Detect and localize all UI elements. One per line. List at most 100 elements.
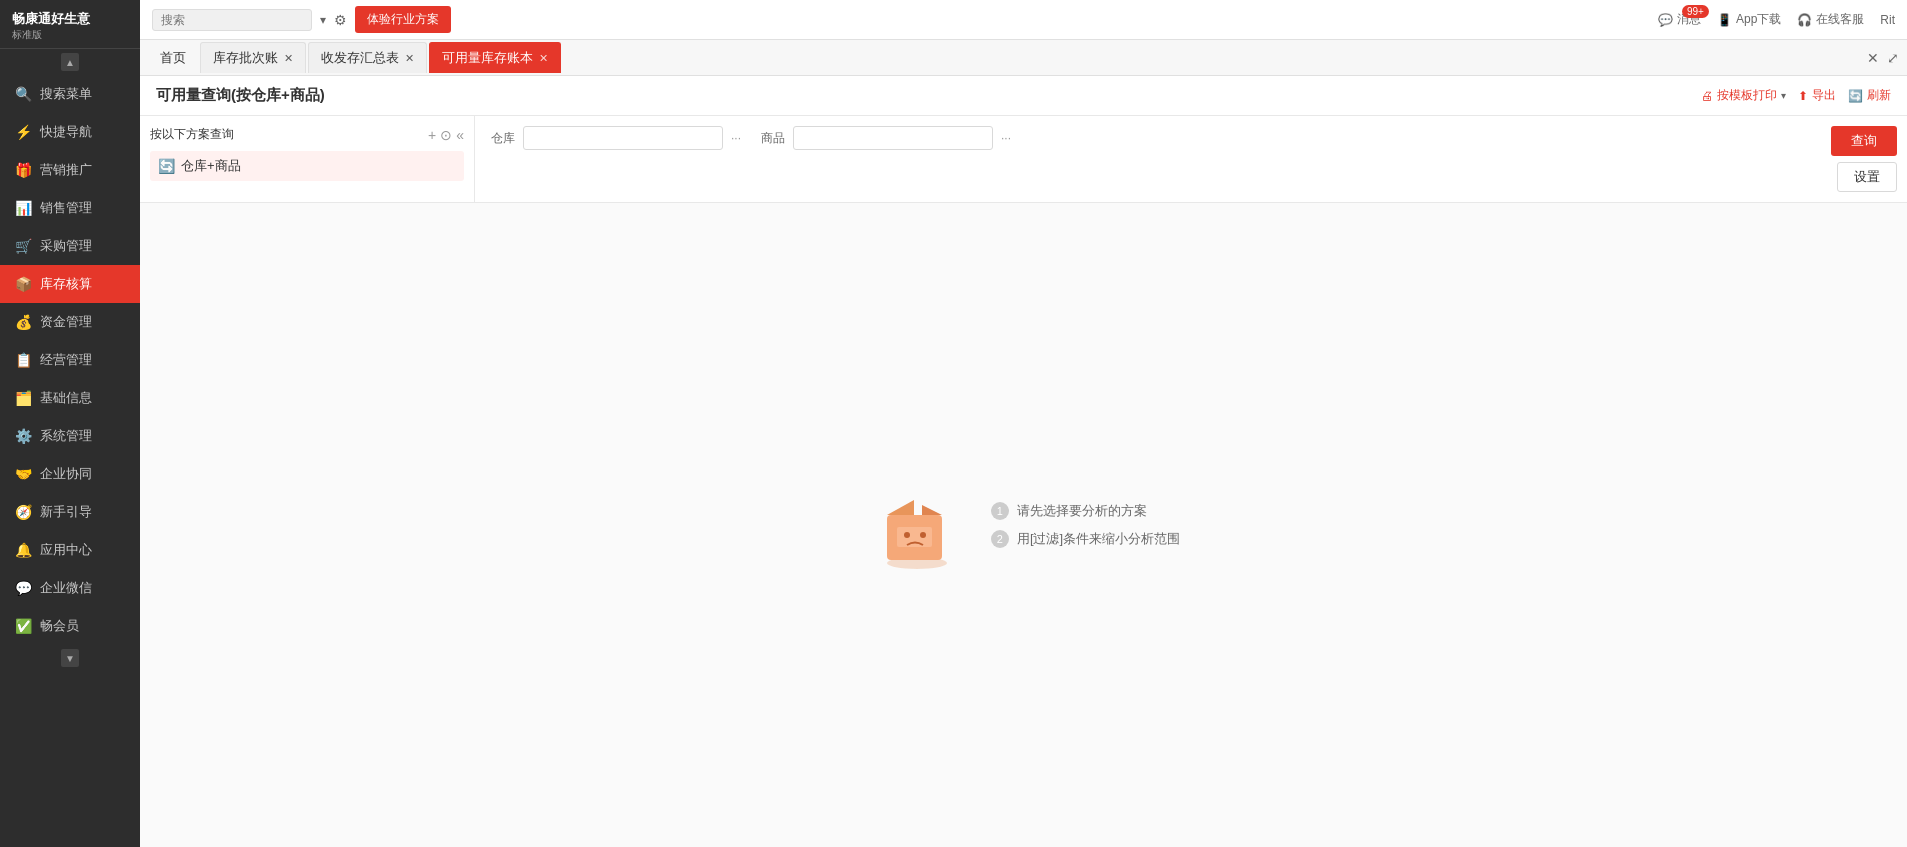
collapse-scheme-button[interactable]: «: [456, 127, 464, 143]
sidebar-item-purchase[interactable]: 🛒 采购管理: [0, 227, 140, 265]
sidebar-item-label: 企业协同: [40, 465, 92, 483]
sidebar-item-finance[interactable]: 💰 资金管理: [0, 303, 140, 341]
hint2-text: 用[过滤]条件来缩小分析范围: [1017, 530, 1180, 548]
topbar: ▾ ⚙ 体验行业方案 💬 消息 99+ 📱 App下载 🎧 在线客服 Rit: [140, 0, 1907, 40]
scheme-header-label: 按以下方案查询: [150, 126, 234, 143]
scheme-panel: 按以下方案查询 + ⊙ « 🔄 仓库+商品: [140, 116, 475, 202]
search-input[interactable]: [152, 9, 312, 31]
search-menu-icon: 🔍: [14, 85, 32, 103]
tab-receipt-summary-close[interactable]: ✕: [405, 52, 414, 65]
tab-batch-ledger[interactable]: 库存批次账 ✕: [200, 42, 306, 73]
svg-rect-4: [897, 527, 932, 547]
filter-panel: 按以下方案查询 + ⊙ « 🔄 仓库+商品 仓库 ···: [140, 116, 1907, 203]
sidebar-scroll-down[interactable]: ▼: [61, 649, 79, 667]
scheme-item-warehouse-product[interactable]: 🔄 仓库+商品: [150, 151, 464, 181]
warehouse-label: 仓库: [491, 130, 515, 147]
tab-batch-ledger-label: 库存批次账: [213, 49, 278, 67]
sidebar-item-sales[interactable]: 📊 销售管理: [0, 189, 140, 227]
product-label: 商品: [761, 130, 785, 147]
tab-home-label: 首页: [160, 49, 186, 67]
sidebar-item-enterprise[interactable]: 🤝 企业协同: [0, 455, 140, 493]
tab-receipt-summary-label: 收发存汇总表: [321, 49, 399, 67]
scheme-item-icon: 🔄: [158, 158, 175, 174]
main-content: ▾ ⚙ 体验行业方案 💬 消息 99+ 📱 App下载 🎧 在线客服 Rit 首…: [140, 0, 1907, 847]
message-button[interactable]: 💬 消息 99+: [1658, 11, 1701, 28]
basic-icon: 🗂️: [14, 389, 32, 407]
tab-batch-ledger-close[interactable]: ✕: [284, 52, 293, 65]
app-download-button[interactable]: 📱 App下载: [1717, 11, 1781, 28]
svg-marker-2: [887, 500, 914, 515]
product-input[interactable]: [793, 126, 993, 150]
app-title: 畅康通好生意: [12, 10, 128, 28]
page-header-actions: 🖨 按模板打印 ▾ ⬆ 导出 🔄 刷新: [1701, 87, 1891, 104]
empty-state: 1 请先选择要分析的方案 2 用[过滤]条件来缩小分析范围: [140, 203, 1907, 847]
wechat-icon: 💬: [14, 579, 32, 597]
sidebar-item-search[interactable]: 🔍 搜索菜单: [0, 75, 140, 113]
sidebar-item-newbie[interactable]: 🧭 新手引导: [0, 493, 140, 531]
tabs-bar: 首页 库存批次账 ✕ 收发存汇总表 ✕ 可用量库存账本 ✕ ✕ ⤢: [140, 40, 1907, 76]
industry-solution-button[interactable]: 体验行业方案: [355, 6, 451, 33]
sidebar-item-apps[interactable]: 🔔 应用中心: [0, 531, 140, 569]
hint2-number: 2: [991, 530, 1009, 548]
product-more[interactable]: ···: [1001, 131, 1011, 145]
export-button[interactable]: ⬆ 导出: [1798, 87, 1836, 104]
warehouse-filter: 仓库 ···: [491, 126, 741, 150]
phone-icon: 📱: [1717, 13, 1732, 27]
newbie-icon: 🧭: [14, 503, 32, 521]
sidebar-logo: 畅康通好生意 标准版: [0, 0, 140, 49]
export-icon: ⬆: [1798, 89, 1808, 103]
scheme-header-btns: + ⊙ «: [428, 127, 464, 143]
print-dropdown-icon[interactable]: ▾: [1781, 90, 1786, 101]
gear-icon[interactable]: ⚙: [334, 12, 347, 28]
settings-scheme-button[interactable]: ⊙: [440, 127, 452, 143]
print-button[interactable]: 🖨 按模板打印 ▾: [1701, 87, 1786, 104]
inventory-icon: 📦: [14, 275, 32, 293]
filter-settings-button[interactable]: 设置: [1837, 162, 1897, 192]
sidebar-item-label: 采购管理: [40, 237, 92, 255]
service-label: 在线客服: [1816, 11, 1864, 28]
maximize-window-icon[interactable]: ⤢: [1887, 50, 1899, 66]
tab-available-ledger-close[interactable]: ✕: [539, 52, 548, 65]
empty-hint-1: 1 请先选择要分析的方案: [991, 502, 1180, 520]
query-button[interactable]: 查询: [1831, 126, 1897, 156]
printer-icon: 🖨: [1701, 89, 1713, 103]
svg-point-6: [920, 532, 926, 538]
warehouse-input[interactable]: [523, 126, 723, 150]
empty-hint-2: 2 用[过滤]条件来缩小分析范围: [991, 530, 1180, 548]
sidebar-item-label: 搜索菜单: [40, 85, 92, 103]
close-window-icon[interactable]: ✕: [1867, 50, 1879, 66]
online-service-button[interactable]: 🎧 在线客服: [1797, 11, 1864, 28]
warehouse-more[interactable]: ···: [731, 131, 741, 145]
marketing-icon: 🎁: [14, 161, 32, 179]
sidebar-item-wechat[interactable]: 💬 企业微信: [0, 569, 140, 607]
add-scheme-button[interactable]: +: [428, 127, 436, 143]
sidebar-item-marketing[interactable]: 🎁 营销推广: [0, 151, 140, 189]
sidebar-item-basic[interactable]: 🗂️ 基础信息: [0, 379, 140, 417]
user-avatar[interactable]: Rit: [1880, 13, 1895, 27]
member-icon: ✅: [14, 617, 32, 635]
app-label: App下载: [1736, 11, 1781, 28]
empty-svg: [867, 475, 967, 575]
content-area: 按以下方案查询 + ⊙ « 🔄 仓库+商品 仓库 ···: [140, 116, 1907, 847]
refresh-button[interactable]: 🔄 刷新: [1848, 87, 1891, 104]
tab-available-ledger[interactable]: 可用量库存账本 ✕: [429, 42, 561, 73]
filter-actions: 查询 设置: [1821, 116, 1907, 202]
shortcut-icon: ⚡: [14, 123, 32, 141]
sidebar-item-shortcut[interactable]: ⚡ 快捷导航: [0, 113, 140, 151]
sidebar-item-label: 应用中心: [40, 541, 92, 559]
tab-receipt-summary[interactable]: 收发存汇总表 ✕: [308, 42, 427, 73]
enterprise-icon: 🤝: [14, 465, 32, 483]
tab-home[interactable]: 首页: [148, 43, 198, 73]
sidebar-item-label: 营销推广: [40, 161, 92, 179]
dropdown-button[interactable]: ▾: [320, 13, 326, 27]
sidebar-item-operations[interactable]: 📋 经营管理: [0, 341, 140, 379]
finance-icon: 💰: [14, 313, 32, 331]
svg-point-5: [904, 532, 910, 538]
sidebar-item-inventory[interactable]: 📦 库存核算: [0, 265, 140, 303]
sidebar-item-label: 基础信息: [40, 389, 92, 407]
scheme-item-label: 仓库+商品: [181, 157, 241, 175]
sidebar-item-member[interactable]: ✅ 畅会员: [0, 607, 140, 645]
sidebar-item-system[interactable]: ⚙️ 系统管理: [0, 417, 140, 455]
sidebar-item-label: 销售管理: [40, 199, 92, 217]
sidebar-scroll-up[interactable]: ▲: [61, 53, 79, 71]
